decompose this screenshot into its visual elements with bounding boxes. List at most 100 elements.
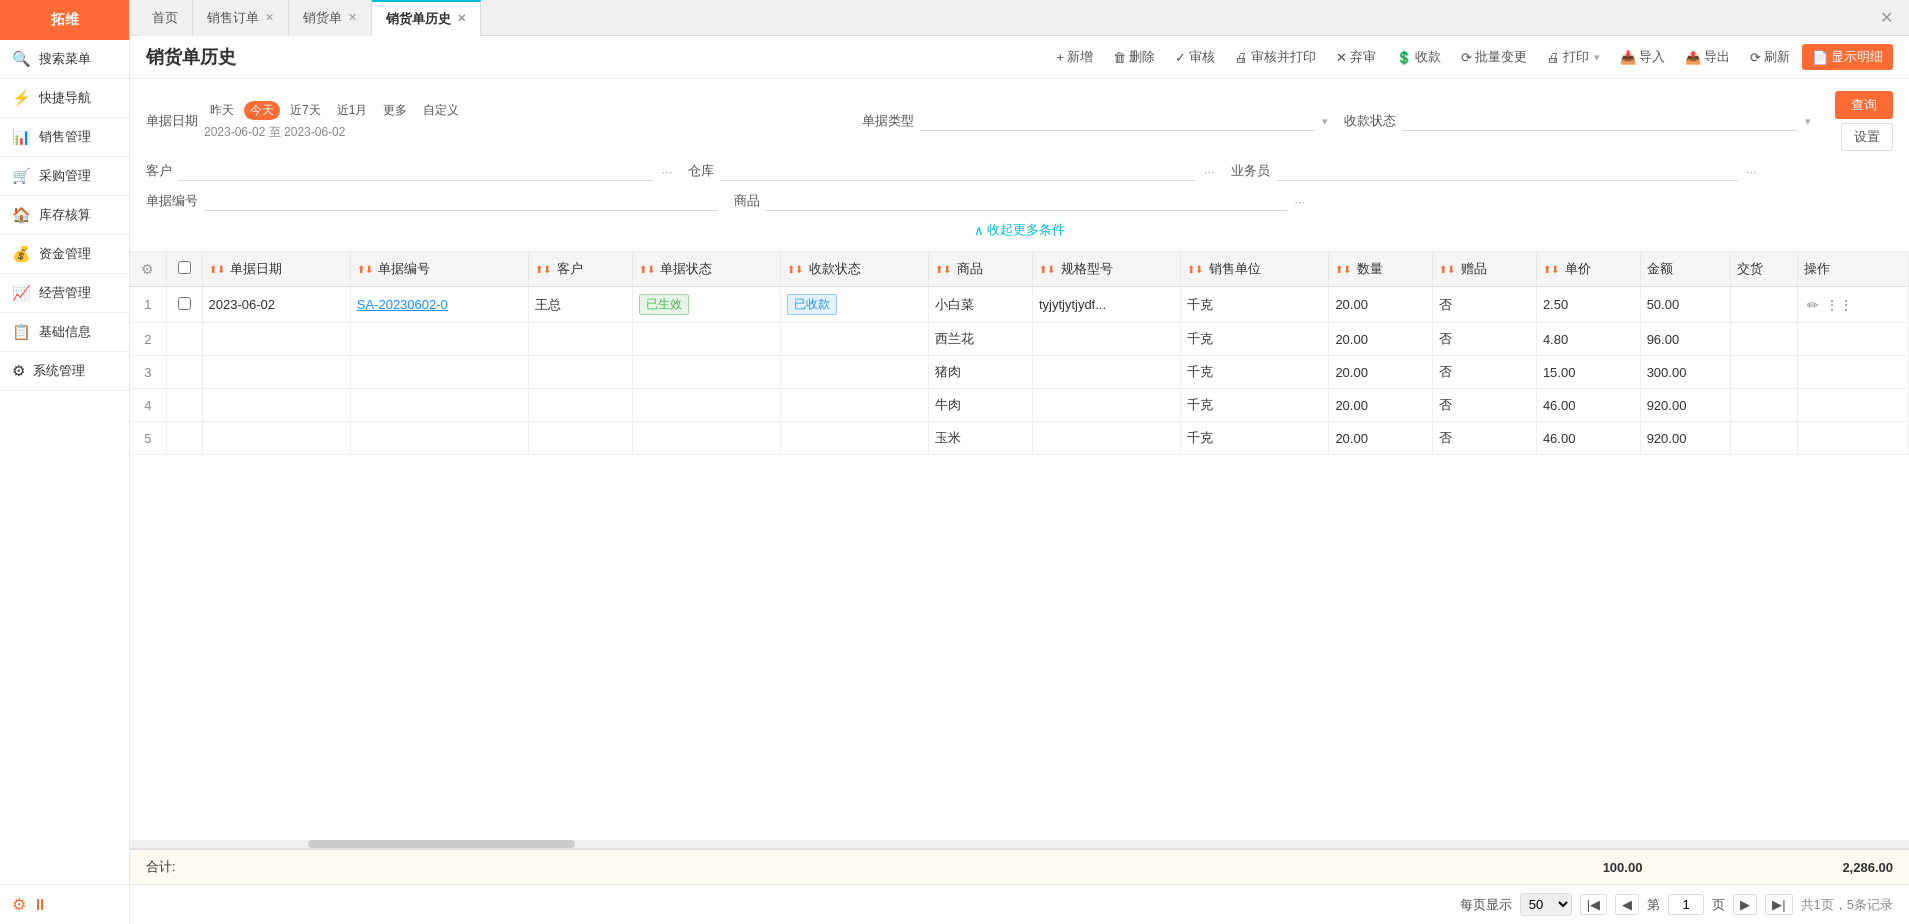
cell-doc-no[interactable]: SA-20230602-0 <box>350 287 528 323</box>
tab-sales-order[interactable]: 销售订单 ✕ <box>193 0 289 36</box>
close-sales-history-icon[interactable]: ✕ <box>457 12 466 25</box>
sidebar-item-base-info[interactable]: 📋 基础信息 <box>0 313 129 352</box>
search-menu-icon: 🔍 <box>12 50 31 68</box>
date-tag-7days[interactable]: 近7天 <box>284 101 327 120</box>
column-spec[interactable]: ⬆⬇ 规格型号 <box>1032 252 1180 287</box>
sidebar-item-purchase-mgmt[interactable]: 🛒 采购管理 <box>0 157 129 196</box>
audit-button[interactable]: ✓ 审核 <box>1167 44 1223 70</box>
sidebar-item-finance-mgmt[interactable]: 💰 资金管理 <box>0 235 129 274</box>
warehouse-input[interactable] <box>720 161 1195 181</box>
column-qty[interactable]: ⬆⬇ 数量 <box>1329 252 1433 287</box>
column-pay-status[interactable]: ⬆⬇ 收款状态 <box>780 252 928 287</box>
customer-dots[interactable]: ··· <box>661 164 672 179</box>
column-goods[interactable]: ⬆⬇ 商品 <box>929 252 1033 287</box>
tab-sales-goods[interactable]: 销货单 ✕ <box>289 0 372 36</box>
query-button[interactable]: 查询 <box>1835 91 1893 119</box>
cell-spec <box>1032 356 1180 389</box>
column-date[interactable]: ⬆⬇ 单据日期 <box>202 252 350 287</box>
sidebar-item-search-menu[interactable]: 🔍 搜索菜单 <box>0 40 129 79</box>
page-last-button[interactable]: ▶| <box>1765 894 1792 915</box>
import-button[interactable]: 📥 导入 <box>1612 44 1673 70</box>
cell-doc-no[interactable] <box>350 356 528 389</box>
cell-checkbox[interactable] <box>166 287 202 323</box>
collapse-arrow-icon: ∧ <box>974 223 984 238</box>
show-detail-button[interactable]: 📄 显示明细 <box>1802 44 1893 70</box>
doc-type-input[interactable] <box>920 111 1315 131</box>
tab-bar: 首页 销售订单 ✕ 销货单 ✕ 销货单历史 ✕ ✕ <box>130 0 1909 36</box>
doc-type-label: 单据类型 <box>862 112 914 130</box>
refresh-button[interactable]: ⟳ 刷新 <box>1742 44 1798 70</box>
collapse-button[interactable]: ∧ 收起更多条件 <box>974 221 1065 239</box>
page-first-button[interactable]: |◀ <box>1580 894 1607 915</box>
settings-button[interactable]: 设置 <box>1841 123 1893 151</box>
table-horizontal-scrollbar[interactable] <box>130 840 1909 848</box>
staff-dots[interactable]: ··· <box>1746 164 1757 179</box>
tab-home[interactable]: 首页 <box>138 0 193 36</box>
tab-bar-close-all[interactable]: ✕ <box>1872 8 1901 27</box>
new-button[interactable]: + 新增 <box>1048 44 1101 70</box>
date-tag-custom[interactable]: 自定义 <box>417 101 465 120</box>
payment-status-input[interactable] <box>1402 111 1797 131</box>
doc-no-link[interactable]: SA-20230602-0 <box>357 297 448 312</box>
sidebar-item-sys-mgmt[interactable]: ⚙ 系统管理 <box>0 352 129 391</box>
cell-checkbox[interactable] <box>166 323 202 356</box>
close-sales-order-icon[interactable]: ✕ <box>265 11 274 24</box>
delete-button[interactable]: 🗑 删除 <box>1105 44 1163 70</box>
sidebar-item-inventory-calc[interactable]: 🏠 库存核算 <box>0 196 129 235</box>
collect-button[interactable]: 💲 收款 <box>1388 44 1449 70</box>
date-tags: 昨天 今天 近7天 近1月 更多 自定义 <box>204 101 465 120</box>
edit-action-icon[interactable]: ✏ <box>1807 297 1819 313</box>
column-price[interactable]: ⬆⬇ 单价 <box>1536 252 1640 287</box>
column-gear[interactable]: ⚙ <box>130 252 166 287</box>
filter-customer: 客户 ··· <box>146 161 672 181</box>
pause-bottom-icon[interactable]: ⏸ <box>32 896 48 914</box>
sidebar-item-label: 库存核算 <box>39 206 91 224</box>
sidebar-item-sales-mgmt[interactable]: 📊 销售管理 <box>0 118 129 157</box>
status-badge-collected: 已收款 <box>787 294 837 315</box>
cell-doc-no[interactable] <box>350 422 528 455</box>
cell-checkbox[interactable] <box>166 389 202 422</box>
doc-no-input[interactable] <box>204 191 718 211</box>
more-action-icon[interactable]: ⋮⋮ <box>1825 297 1853 313</box>
batch-change-button[interactable]: ⟳ 批量变更 <box>1453 44 1535 70</box>
column-gift[interactable]: ⬆⬇ 赠品 <box>1433 252 1537 287</box>
row-checkbox[interactable] <box>178 297 191 310</box>
staff-input[interactable] <box>1276 161 1738 181</box>
date-tag-more[interactable]: 更多 <box>377 101 413 120</box>
date-tag-yesterday[interactable]: 昨天 <box>204 101 240 120</box>
sidebar-item-quick-nav[interactable]: ⚡ 快捷导航 <box>0 79 129 118</box>
print-button[interactable]: 🖨 打印 ▾ <box>1539 44 1608 70</box>
page-prev-button[interactable]: ◀ <box>1615 894 1639 915</box>
tab-sales-history[interactable]: 销货单历史 ✕ <box>372 0 481 36</box>
warehouse-dots[interactable]: ··· <box>1204 164 1215 179</box>
scrollbar-thumb[interactable] <box>308 840 575 848</box>
customer-input[interactable] <box>178 161 653 181</box>
date-tag-today[interactable]: 今天 <box>244 101 280 120</box>
cell-doc-no[interactable] <box>350 389 528 422</box>
audit-print-button[interactable]: 🖨 审核并打印 <box>1227 44 1324 70</box>
cell-date <box>202 422 350 455</box>
table-gear-icon[interactable]: ⚙ <box>141 261 154 277</box>
goods-dots[interactable]: ··· <box>1295 194 1306 209</box>
cell-doc-no[interactable] <box>350 323 528 356</box>
cell-goods: 玉米 <box>929 422 1033 455</box>
column-doc-status[interactable]: ⬆⬇ 单据状态 <box>632 252 780 287</box>
page-next-button[interactable]: ▶ <box>1733 894 1757 915</box>
column-doc-no[interactable]: ⬆⬇ 单据编号 <box>350 252 528 287</box>
goods-input[interactable] <box>766 191 1287 211</box>
date-tag-1month[interactable]: 近1月 <box>331 101 374 120</box>
column-unit[interactable]: ⬆⬇ 销售单位 <box>1181 252 1329 287</box>
select-all-checkbox[interactable] <box>178 261 191 274</box>
settings-bottom-icon[interactable]: ⚙ <box>12 895 26 914</box>
close-sales-goods-icon[interactable]: ✕ <box>348 11 357 24</box>
page-input[interactable] <box>1668 894 1704 915</box>
column-customer[interactable]: ⬆⬇ 客户 <box>528 252 632 287</box>
export-button[interactable]: 📤 导出 <box>1677 44 1738 70</box>
discard-button[interactable]: ✕ 弃审 <box>1328 44 1384 70</box>
cell-checkbox[interactable] <box>166 356 202 389</box>
sidebar-item-label: 资金管理 <box>39 245 91 263</box>
collect-icon: 💲 <box>1396 50 1412 65</box>
sidebar-item-ops-mgmt[interactable]: 📈 经营管理 <box>0 274 129 313</box>
cell-checkbox[interactable] <box>166 422 202 455</box>
per-page-select[interactable]: 50 100 200 <box>1520 893 1572 916</box>
